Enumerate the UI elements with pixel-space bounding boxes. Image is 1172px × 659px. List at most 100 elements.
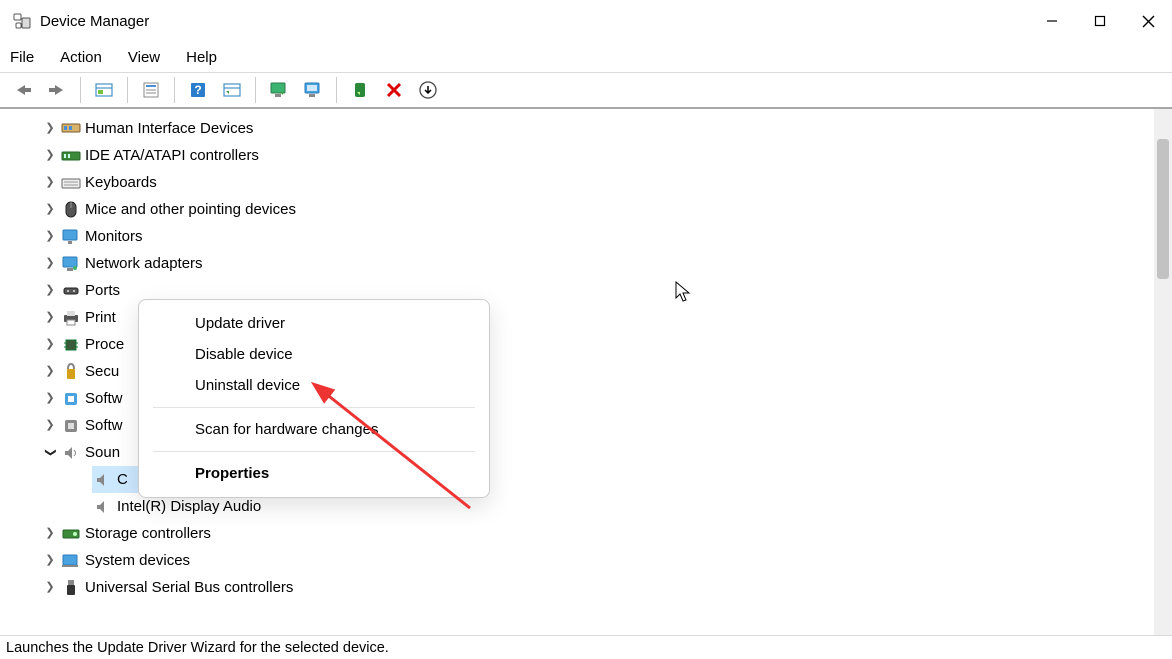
toolbar-divider xyxy=(174,77,175,103)
show-hidden-button[interactable] xyxy=(89,77,119,103)
chevron-right-icon[interactable]: ❯ xyxy=(40,223,60,250)
cpu-icon xyxy=(60,337,82,353)
tree-node-network[interactable]: ❯ Network adapters xyxy=(40,250,1154,277)
chevron-right-icon[interactable]: ❯ xyxy=(40,250,60,277)
chevron-right-icon[interactable]: ❯ xyxy=(40,520,60,547)
action-button[interactable] xyxy=(217,77,247,103)
usb-icon xyxy=(60,579,82,597)
tree-node-storage[interactable]: ❯ Storage controllers xyxy=(40,520,1154,547)
tree-label: IDE ATA/ATAPI controllers xyxy=(85,142,259,169)
ctx-disable-device[interactable]: Disable device xyxy=(139,339,489,370)
network-icon xyxy=(60,256,82,272)
menu-view[interactable]: View xyxy=(128,49,160,66)
chevron-right-icon[interactable]: ❯ xyxy=(40,331,60,358)
update-driver-button[interactable] xyxy=(298,77,328,103)
printer-icon xyxy=(60,310,82,326)
tree-label: Secu xyxy=(85,358,119,385)
chevron-right-icon[interactable]: ❯ xyxy=(40,574,60,601)
scan-hardware-button[interactable] xyxy=(264,77,294,103)
svg-text:?: ? xyxy=(194,83,201,97)
maximize-button[interactable] xyxy=(1076,0,1124,42)
chevron-down-icon[interactable]: ❯ xyxy=(37,443,64,463)
menu-action[interactable]: Action xyxy=(60,49,102,66)
close-button[interactable] xyxy=(1124,0,1172,42)
speaker-icon xyxy=(92,472,114,488)
tree-label: Ports xyxy=(85,277,120,304)
help-button[interactable]: ? xyxy=(183,77,213,103)
chevron-right-icon[interactable]: ❯ xyxy=(40,277,60,304)
status-text: Launches the Update Driver Wizard for th… xyxy=(6,640,389,656)
tree-node-mice[interactable]: ❯ Mice and other pointing devices xyxy=(40,196,1154,223)
back-button[interactable] xyxy=(8,77,38,103)
minimize-button[interactable] xyxy=(1028,0,1076,42)
tree-label: Keyboards xyxy=(85,169,157,196)
chevron-right-icon[interactable]: ❯ xyxy=(40,142,60,169)
ctx-scan-hardware[interactable]: Scan for hardware changes xyxy=(139,414,489,445)
tree-label: Monitors xyxy=(85,223,143,250)
vertical-scrollbar[interactable] xyxy=(1154,109,1172,635)
enable-device-button[interactable] xyxy=(345,77,375,103)
tree-label: Proce xyxy=(85,331,124,358)
tree-label: System devices xyxy=(85,547,190,574)
tree-label: Print xyxy=(85,304,116,331)
toolbar-divider xyxy=(80,77,81,103)
tree-label: Human Interface Devices xyxy=(85,115,253,142)
chevron-right-icon[interactable]: ❯ xyxy=(40,412,60,439)
tree-node-hid[interactable]: ❯ Human Interface Devices xyxy=(40,115,1154,142)
toolbar-divider xyxy=(255,77,256,103)
tree-label: Mice and other pointing devices xyxy=(85,196,296,223)
hid-icon xyxy=(60,121,82,137)
tree-label: C xyxy=(117,466,128,493)
tree-label: Network adapters xyxy=(85,250,203,277)
scrollbar-thumb[interactable] xyxy=(1157,139,1169,279)
title-bar: Device Manager xyxy=(0,0,1172,42)
security-icon xyxy=(60,363,82,381)
system-icon xyxy=(60,554,82,568)
speaker-icon xyxy=(92,499,114,515)
tree-node-usb[interactable]: ❯ Universal Serial Bus controllers xyxy=(40,574,1154,601)
tree-label: Universal Serial Bus controllers xyxy=(85,574,293,601)
chevron-right-icon[interactable]: ❯ xyxy=(40,358,60,385)
menu-help[interactable]: Help xyxy=(186,49,217,66)
context-menu: Update driver Disable device Uninstall d… xyxy=(138,299,490,498)
toolbar-divider xyxy=(127,77,128,103)
keyboard-icon xyxy=(60,176,82,190)
more-actions-button[interactable] xyxy=(413,77,443,103)
tree-label: Softw xyxy=(85,412,123,439)
tree-node-monitors[interactable]: ❯ Monitors xyxy=(40,223,1154,250)
tree-label: Soun xyxy=(85,439,120,466)
ide-icon xyxy=(60,149,82,163)
toolbar-divider xyxy=(336,77,337,103)
window-title: Device Manager xyxy=(40,13,149,30)
menu-bar: File Action View Help xyxy=(0,42,1172,72)
uninstall-device-button[interactable] xyxy=(379,77,409,103)
device-manager-icon xyxy=(12,11,32,31)
tree-label: Softw xyxy=(85,385,123,412)
status-bar: Launches the Update Driver Wizard for th… xyxy=(0,635,1172,659)
storage-icon xyxy=(60,527,82,541)
properties-button[interactable] xyxy=(136,77,166,103)
chevron-right-icon[interactable]: ❯ xyxy=(40,547,60,574)
menu-file[interactable]: File xyxy=(10,49,34,66)
window-controls xyxy=(1028,0,1172,42)
chevron-right-icon[interactable]: ❯ xyxy=(40,196,60,223)
ctx-divider xyxy=(153,407,475,408)
tree-node-system[interactable]: ❯ System devices xyxy=(40,547,1154,574)
tree-label: Storage controllers xyxy=(85,520,211,547)
forward-button[interactable] xyxy=(42,77,72,103)
software-icon xyxy=(60,391,82,407)
chevron-right-icon[interactable]: ❯ xyxy=(40,169,60,196)
ctx-uninstall-device[interactable]: Uninstall device xyxy=(139,370,489,401)
chevron-right-icon[interactable]: ❯ xyxy=(40,385,60,412)
chevron-right-icon[interactable]: ❯ xyxy=(40,115,60,142)
tree-node-ide[interactable]: ❯ IDE ATA/ATAPI controllers xyxy=(40,142,1154,169)
port-icon xyxy=(60,284,82,298)
ctx-properties[interactable]: Properties xyxy=(139,458,489,489)
ctx-divider xyxy=(153,451,475,452)
ctx-update-driver[interactable]: Update driver xyxy=(139,308,489,339)
chevron-right-icon[interactable]: ❯ xyxy=(40,304,60,331)
monitor-icon xyxy=(60,229,82,245)
toolbar: ? xyxy=(0,73,1172,109)
tree-node-keyboards[interactable]: ❯ Keyboards xyxy=(40,169,1154,196)
mouse-icon xyxy=(60,201,82,219)
